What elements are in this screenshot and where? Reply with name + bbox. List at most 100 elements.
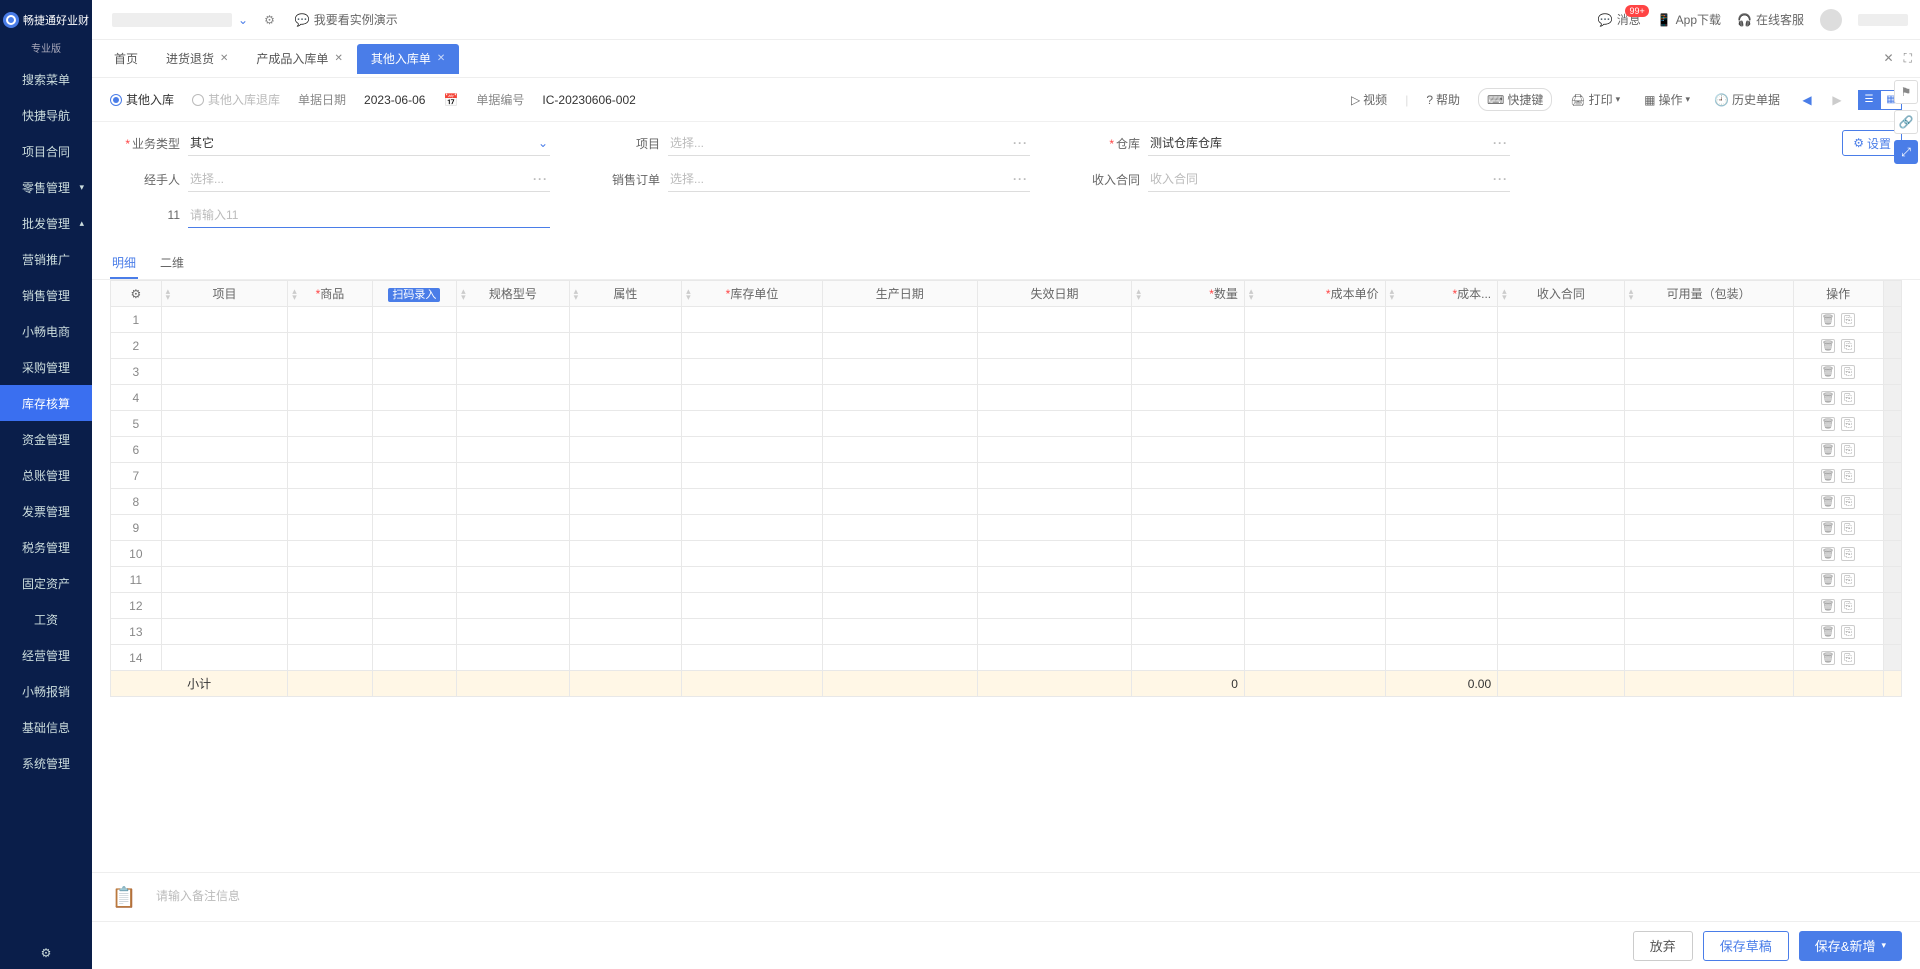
cell[interactable] bbox=[977, 359, 1132, 385]
cell[interactable] bbox=[1385, 333, 1498, 359]
cell[interactable] bbox=[161, 593, 288, 619]
warehouse-select[interactable]: 测试仓库仓库 ··· bbox=[1148, 130, 1510, 156]
video-button[interactable]: ▷视频 bbox=[1345, 88, 1393, 111]
sidebar-item-0[interactable]: 搜索菜单 bbox=[0, 61, 92, 97]
table-row[interactable]: 7 🗑 ⎘ bbox=[111, 463, 1902, 489]
detail-tab-dim[interactable]: 二维 bbox=[158, 248, 186, 279]
cell[interactable] bbox=[682, 489, 823, 515]
cell[interactable] bbox=[1385, 385, 1498, 411]
sales-order-select[interactable]: 选择... ··· bbox=[668, 166, 1030, 192]
table-row[interactable]: 6 🗑 ⎘ bbox=[111, 437, 1902, 463]
delete-row-icon[interactable]: 🗑 bbox=[1821, 495, 1835, 509]
cell[interactable] bbox=[822, 307, 977, 333]
cell[interactable] bbox=[1624, 437, 1793, 463]
col-available[interactable]: ▴▾可用量（包装） bbox=[1624, 281, 1793, 307]
field-11-input[interactable]: 请输入11 bbox=[188, 202, 550, 228]
cell[interactable] bbox=[1624, 567, 1793, 593]
col-project[interactable]: ▴▾项目 bbox=[161, 281, 288, 307]
table-row[interactable]: 14 🗑 ⎘ bbox=[111, 645, 1902, 671]
cell[interactable] bbox=[457, 385, 570, 411]
cell[interactable] bbox=[1244, 489, 1385, 515]
col-qty[interactable]: ▴▾*数量 bbox=[1132, 281, 1245, 307]
rail-flag-icon[interactable]: ⚑ bbox=[1894, 80, 1918, 104]
cell[interactable] bbox=[457, 515, 570, 541]
cell[interactable] bbox=[822, 333, 977, 359]
cell[interactable] bbox=[1244, 593, 1385, 619]
sidebar-item-12[interactable]: 发票管理 bbox=[0, 493, 92, 529]
cell[interactable] bbox=[569, 541, 682, 567]
delete-row-icon[interactable]: 🗑 bbox=[1821, 625, 1835, 639]
cell[interactable] bbox=[1385, 359, 1498, 385]
biz-type-select[interactable]: 其它 ⌄ bbox=[188, 130, 550, 156]
sidebar-item-17[interactable]: 小畅报销 bbox=[0, 673, 92, 709]
cell[interactable] bbox=[977, 307, 1132, 333]
delete-row-icon[interactable]: 🗑 bbox=[1821, 391, 1835, 405]
cell[interactable] bbox=[1624, 593, 1793, 619]
table-row[interactable]: 10 🗑 ⎘ bbox=[111, 541, 1902, 567]
cell[interactable] bbox=[1385, 541, 1498, 567]
sidebar-item-11[interactable]: 总账管理 bbox=[0, 457, 92, 493]
prev-doc-button[interactable]: ◀ bbox=[1798, 93, 1816, 107]
sidebar-item-15[interactable]: 工资 bbox=[0, 601, 92, 637]
cell[interactable] bbox=[1132, 515, 1245, 541]
copy-row-icon[interactable]: ⎘ bbox=[1841, 521, 1855, 535]
col-prod-date[interactable]: 生产日期 bbox=[822, 281, 977, 307]
cell[interactable] bbox=[977, 645, 1132, 671]
cell[interactable] bbox=[288, 567, 372, 593]
delete-row-icon[interactable]: 🗑 bbox=[1821, 573, 1835, 587]
view-list-button[interactable]: ☰ bbox=[1858, 90, 1880, 110]
cell[interactable] bbox=[977, 437, 1132, 463]
col-cost[interactable]: ▴▾*成本... bbox=[1385, 281, 1498, 307]
tab-3[interactable]: 其他入库单✕ bbox=[357, 44, 459, 74]
cell[interactable] bbox=[288, 489, 372, 515]
cell[interactable] bbox=[569, 359, 682, 385]
cell[interactable] bbox=[1624, 411, 1793, 437]
close-icon[interactable]: ✕ bbox=[437, 53, 445, 64]
cell[interactable] bbox=[1385, 593, 1498, 619]
cell[interactable] bbox=[457, 359, 570, 385]
cell[interactable] bbox=[1132, 437, 1245, 463]
cell[interactable] bbox=[457, 333, 570, 359]
cell[interactable] bbox=[1498, 645, 1625, 671]
cell[interactable] bbox=[372, 567, 456, 593]
cell[interactable] bbox=[288, 541, 372, 567]
cell[interactable] bbox=[682, 619, 823, 645]
table-row[interactable]: 13 🗑 ⎘ bbox=[111, 619, 1902, 645]
cell[interactable] bbox=[1498, 593, 1625, 619]
tab-close-all[interactable]: ✕ bbox=[1884, 51, 1894, 66]
cell[interactable] bbox=[822, 593, 977, 619]
sidebar-item-2[interactable]: 项目合同 bbox=[0, 133, 92, 169]
cell[interactable] bbox=[1498, 541, 1625, 567]
cell[interactable] bbox=[822, 567, 977, 593]
cell[interactable] bbox=[288, 385, 372, 411]
cell[interactable] bbox=[977, 619, 1132, 645]
col-unit[interactable]: ▴▾*库存单位 bbox=[682, 281, 823, 307]
cell[interactable] bbox=[161, 307, 288, 333]
cell[interactable] bbox=[569, 645, 682, 671]
cell[interactable] bbox=[1132, 489, 1245, 515]
cell[interactable] bbox=[372, 515, 456, 541]
cell[interactable] bbox=[457, 593, 570, 619]
cell[interactable] bbox=[1498, 515, 1625, 541]
cell[interactable] bbox=[1244, 567, 1385, 593]
demo-link[interactable]: 💬 我要看实例演示 bbox=[295, 11, 398, 28]
cell[interactable] bbox=[1385, 619, 1498, 645]
cell[interactable] bbox=[457, 463, 570, 489]
cell[interactable] bbox=[372, 333, 456, 359]
cell[interactable] bbox=[1244, 645, 1385, 671]
delete-row-icon[interactable]: 🗑 bbox=[1821, 443, 1835, 457]
delete-row-icon[interactable]: 🗑 bbox=[1821, 469, 1835, 483]
cell[interactable] bbox=[288, 359, 372, 385]
col-scan[interactable]: 扫码录入 bbox=[372, 281, 456, 307]
cell[interactable] bbox=[372, 359, 456, 385]
save-draft-button[interactable]: 保存草稿 bbox=[1703, 931, 1789, 961]
cell[interactable] bbox=[1244, 333, 1385, 359]
cell[interactable] bbox=[1385, 515, 1498, 541]
cell[interactable] bbox=[457, 437, 570, 463]
cell[interactable] bbox=[569, 463, 682, 489]
delete-row-icon[interactable]: 🗑 bbox=[1821, 339, 1835, 353]
cell[interactable] bbox=[569, 619, 682, 645]
cell[interactable] bbox=[288, 307, 372, 333]
copy-row-icon[interactable]: ⎘ bbox=[1841, 573, 1855, 587]
copy-row-icon[interactable]: ⎘ bbox=[1841, 495, 1855, 509]
